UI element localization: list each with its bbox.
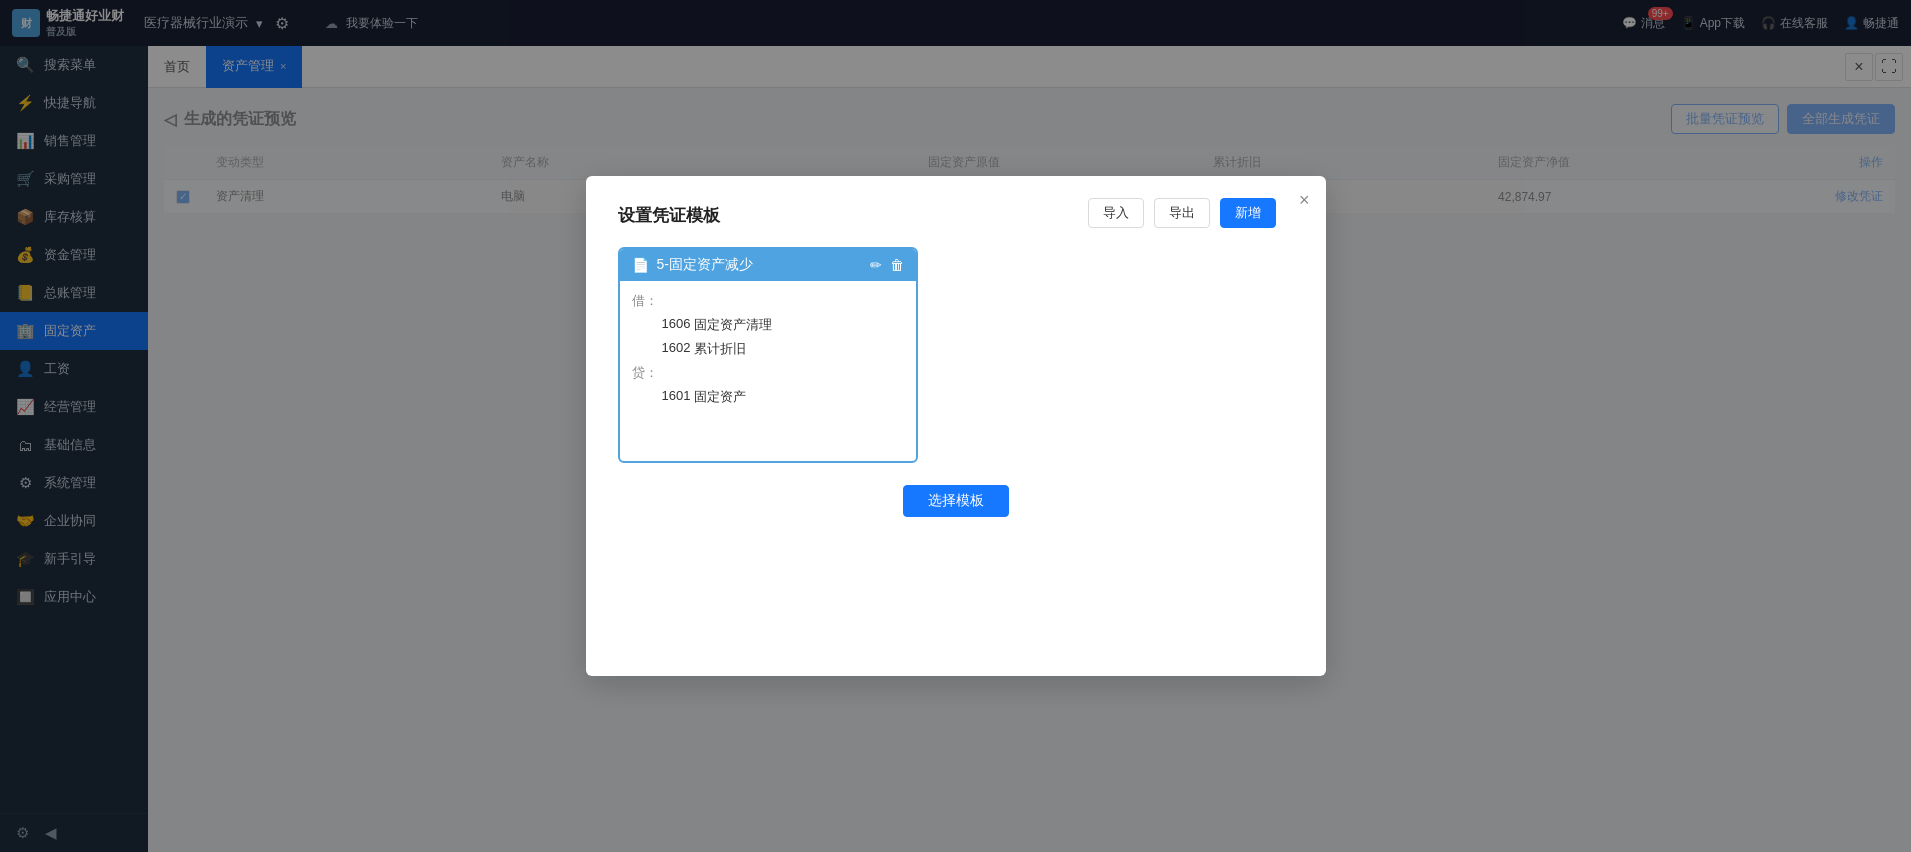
template-select-area: 选择模板 xyxy=(618,485,1294,517)
content-area: 首页 资产管理 × × ⛶ ◁ 生成的凭证预览 xyxy=(148,46,1911,852)
debit-label-2: 累计折旧 xyxy=(694,340,746,358)
new-button[interactable]: 新增 xyxy=(1220,198,1276,228)
template-header-left: 📄 5-固定资产减少 xyxy=(632,256,753,274)
template-credit-label: 贷： xyxy=(632,361,904,385)
template-debit-label: 借： xyxy=(632,289,904,313)
template-credit-line-1: 1601 固定资产 xyxy=(632,385,904,409)
debit-code-1: 1606 xyxy=(662,316,691,334)
template-card-name: 5-固定资产减少 xyxy=(657,256,753,274)
credit-label-1: 固定资产 xyxy=(694,388,746,406)
template-debit-line-2: 1602 累计折旧 xyxy=(632,337,904,361)
modal-dialog: 设置凭证模板 导入 导出 新增 × 📄 xyxy=(586,176,1326,676)
modal-close-button[interactable]: × xyxy=(1299,190,1310,211)
template-card: 📄 5-固定资产减少 ✏ 🗑 借： xyxy=(618,247,918,463)
template-empty-line-2 xyxy=(632,431,904,453)
select-template-button[interactable]: 选择模板 xyxy=(903,485,1009,517)
template-empty-line-1 xyxy=(632,409,904,431)
import-button[interactable]: 导入 xyxy=(1088,198,1144,228)
export-button[interactable]: 导出 xyxy=(1154,198,1210,228)
template-card-icons: ✏ 🗑 xyxy=(870,257,904,273)
template-card-body: 借： 1606 固定资产清理 1602 xyxy=(620,281,916,461)
template-debit-line-1: 1606 固定资产清理 xyxy=(632,313,904,337)
debit-code-2: 1602 xyxy=(662,340,691,358)
template-area: 📄 5-固定资产减少 ✏ 🗑 借： xyxy=(618,247,1294,517)
template-delete-icon[interactable]: 🗑 xyxy=(890,257,904,273)
modal-overlay: 设置凭证模板 导入 导出 新增 × 📄 xyxy=(148,46,1911,852)
debit-label-1: 固定资产清理 xyxy=(694,316,772,334)
app-wrapper: 财 畅捷通好业财 普及版 医疗器械行业演示 ▾ ⚙ ☁ 我要体验一下 💬 消息 … xyxy=(0,0,1911,852)
template-card-header: 📄 5-固定资产减少 ✏ 🗑 xyxy=(620,249,916,281)
credit-code-1: 1601 xyxy=(662,388,691,406)
main-area: 🔍 搜索菜单 ⚡ 快捷导航 📊 销售管理 🛒 采购管理 📦 库存核算 xyxy=(0,46,1911,852)
modal-header-actions: 导入 导出 新增 xyxy=(1088,198,1276,228)
template-edit-icon[interactable]: ✏ xyxy=(870,257,882,273)
template-doc-icon: 📄 xyxy=(632,257,649,273)
